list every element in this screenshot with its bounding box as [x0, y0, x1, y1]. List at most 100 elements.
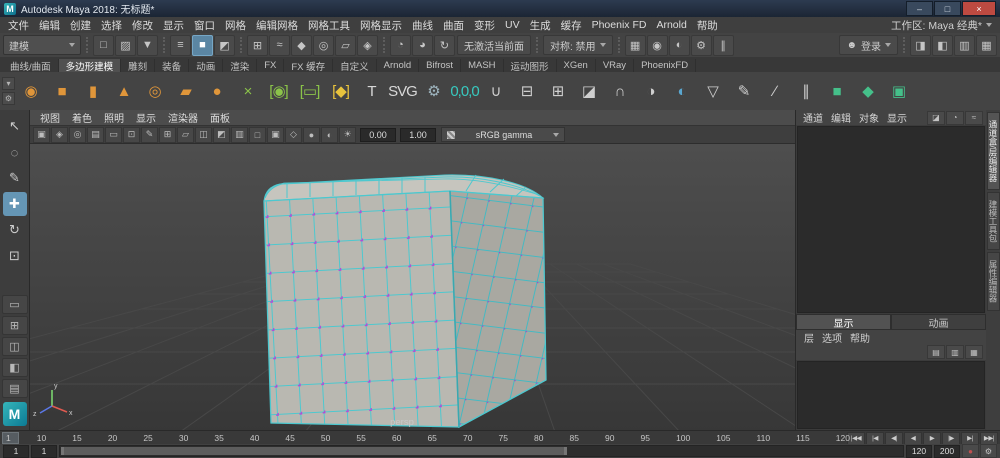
select-component-icon[interactable]: ◩ — [214, 34, 235, 56]
channel-box-menu-item[interactable]: 编辑 — [827, 110, 855, 125]
scale-tool-icon[interactable]: ⊡ — [3, 244, 27, 268]
shelf-tab-motion-graphics[interactable]: 运动图形 — [504, 59, 557, 73]
output-from-selected-icon[interactable]: ◕ — [412, 34, 433, 56]
shelf-tab-fx[interactable]: FX — [257, 59, 285, 72]
shelf-options-icon[interactable]: ⚙ — [2, 92, 15, 105]
shelf-tab-arnold[interactable]: Arnold — [377, 59, 420, 72]
menu-item[interactable]: Phoenix FD — [587, 19, 652, 31]
menu-item[interactable]: 曲线 — [407, 18, 438, 33]
channel-speed-icon[interactable]: ◔ — [946, 110, 964, 125]
multi-cut-icon[interactable]: ✎ — [728, 75, 759, 107]
maximize-button[interactable]: □ — [934, 1, 961, 16]
open-scene-icon[interactable]: ▨ — [115, 34, 136, 56]
single-pane-layout-icon[interactable]: ▭ — [1, 295, 28, 314]
menu-item[interactable]: 修改 — [127, 18, 158, 33]
viewport-3d-canvas[interactable]: y x z persp — [30, 144, 795, 430]
range-slider-bar[interactable] — [61, 447, 567, 455]
lighting-icon[interactable]: ☀ — [339, 126, 356, 143]
menu-item[interactable]: 编辑网格 — [251, 18, 303, 33]
animation-preferences-icon[interactable]: ⚙ — [980, 444, 997, 458]
ipr-render-icon[interactable]: ◐ — [668, 34, 690, 56]
shelf-tab-fx-cache[interactable]: FX 缓存 — [284, 59, 334, 73]
viewport-menu-item[interactable]: 渲染器 — [162, 110, 204, 125]
grid-toggle-icon[interactable]: ⊞ — [159, 126, 176, 143]
target-weld-icon[interactable]: ◆ — [852, 75, 883, 107]
poly-cube-icon[interactable]: ■ — [46, 75, 77, 107]
bridge-icon[interactable]: ∩ — [604, 75, 635, 107]
toggle-tool-settings-icon[interactable]: ◧ — [932, 34, 953, 56]
smooth-proxy-icon[interactable]: ◐ — [666, 75, 697, 107]
shelf-tab-sculpt[interactable]: 雕刻 — [121, 59, 156, 73]
sign-in-button[interactable]: ☻ 登录 — [839, 35, 898, 55]
menu-item[interactable]: 帮助 — [692, 18, 723, 33]
snap-projected-center-icon[interactable]: ◎ — [313, 34, 334, 56]
layer-menu-item[interactable]: 层 — [800, 330, 818, 345]
hypershade-persp-layout-icon[interactable]: ▤ — [1, 379, 28, 398]
playback-start-field[interactable] — [31, 444, 57, 458]
view-transform-select[interactable]: sRGB gamma — [441, 127, 565, 142]
go-to-end-button[interactable]: ▶▶| — [980, 431, 998, 445]
playback-end-field[interactable] — [906, 444, 932, 458]
viewport-menu-item[interactable]: 显示 — [130, 110, 162, 125]
shelf-tab-rendering[interactable]: 渲染 — [223, 59, 258, 73]
shelf-tab-phoenixfd[interactable]: PhoenixFD — [634, 59, 697, 72]
snap-view-plane-icon[interactable]: ▱ — [335, 34, 356, 56]
layer-tab-anim[interactable]: 动画 — [891, 314, 986, 330]
move-tool-icon[interactable]: ✚ — [2, 192, 27, 216]
new-layer-from-selected-icon[interactable]: ▥ — [946, 345, 964, 359]
reduce-icon[interactable]: ▽ — [697, 75, 728, 107]
smooth-mesh-icon[interactable]: [◉] — [263, 75, 294, 107]
viewport-menu-item[interactable]: 面板 — [204, 110, 236, 125]
menu-item[interactable]: UV — [500, 19, 525, 31]
boolean-union-icon[interactable]: ◑ — [635, 75, 666, 107]
sweep-mesh-icon[interactable]: ⚙ — [418, 75, 449, 107]
menu-item[interactable]: 创建 — [65, 18, 96, 33]
open-render-view-icon[interactable]: ▦ — [624, 34, 646, 56]
four-pane-layout-icon[interactable]: ⊞ — [1, 316, 28, 335]
bookmarks-icon[interactable]: ▤ — [87, 126, 104, 143]
menu-item[interactable]: 变形 — [469, 18, 500, 33]
shelf-tab-vray[interactable]: VRay — [596, 59, 635, 72]
safe-action-icon[interactable]: □ — [249, 126, 266, 143]
menu-item[interactable]: 网格 — [220, 18, 251, 33]
poly-cylinder-icon[interactable]: ▮ — [77, 75, 108, 107]
shelf-tab-curves[interactable]: 曲线/曲面 — [3, 59, 59, 73]
offset-edge-loop-icon[interactable]: ∥ — [790, 75, 821, 107]
poly-plane-icon[interactable]: ▰ — [170, 75, 201, 107]
new-empty-layer-icon[interactable]: ▤ — [927, 345, 945, 359]
step-back-key-button[interactable]: ◀| — [885, 431, 903, 445]
select-camera-icon[interactable]: ▣ — [33, 126, 50, 143]
time-slider[interactable]: 1 10 15 20 25 30 35 40 45 50 55 60 65 70 75 80 85 90 95 100… — [0, 431, 858, 445]
menu-item[interactable]: 网格显示 — [355, 18, 407, 33]
render-settings-icon[interactable]: ⚙ — [690, 34, 712, 56]
minimize-button[interactable]: – — [906, 1, 933, 16]
range-slider-track[interactable] — [59, 445, 904, 457]
menu-item[interactable]: 编辑 — [34, 18, 65, 33]
create-polygon-tool-icon[interactable]: × — [232, 75, 263, 107]
menu-item[interactable]: 缓存 — [556, 18, 587, 33]
separate-icon[interactable]: ⊟ — [511, 75, 542, 107]
toggle-attribute-editor-icon[interactable]: ◨ — [910, 34, 931, 56]
shelf-tab-rigging[interactable]: 装备 — [155, 59, 190, 73]
shelf-tab-list-icon[interactable]: ▾ — [2, 77, 15, 90]
shelf-tab-bifrost[interactable]: Bifrost — [419, 59, 462, 72]
persp-outliner-layout-icon[interactable]: ◫ — [1, 337, 28, 356]
input-to-selected-icon[interactable]: ◔ — [390, 34, 411, 56]
render-current-frame-icon[interactable]: ◉ — [646, 34, 668, 56]
poly-torus-icon[interactable]: ◎ — [139, 75, 170, 107]
snap-point-icon[interactable]: ◆ — [291, 34, 312, 56]
svg-tool-icon[interactable]: SVG — [387, 75, 418, 107]
menu-item[interactable]: 显示 — [158, 18, 189, 33]
viewport-menu-item[interactable]: 着色 — [66, 110, 98, 125]
sidetab-channel-box[interactable]: 通道盒/层编辑器 — [986, 112, 1000, 190]
animation-end-field[interactable] — [934, 444, 960, 458]
make-live-icon[interactable]: [▭] — [294, 75, 325, 107]
step-forward-key-button[interactable]: |▶ — [942, 431, 960, 445]
extrude-icon[interactable]: ⊞ — [542, 75, 573, 107]
shelf-tab-custom[interactable]: 自定义 — [333, 59, 377, 73]
menu-item[interactable]: 窗口 — [189, 18, 220, 33]
image-plane-icon[interactable]: ▭ — [105, 126, 122, 143]
snap-curve-icon[interactable]: ≈ — [269, 34, 290, 56]
close-button[interactable]: × — [962, 1, 996, 16]
wireframe-mode-icon[interactable]: ◇ — [285, 126, 302, 143]
